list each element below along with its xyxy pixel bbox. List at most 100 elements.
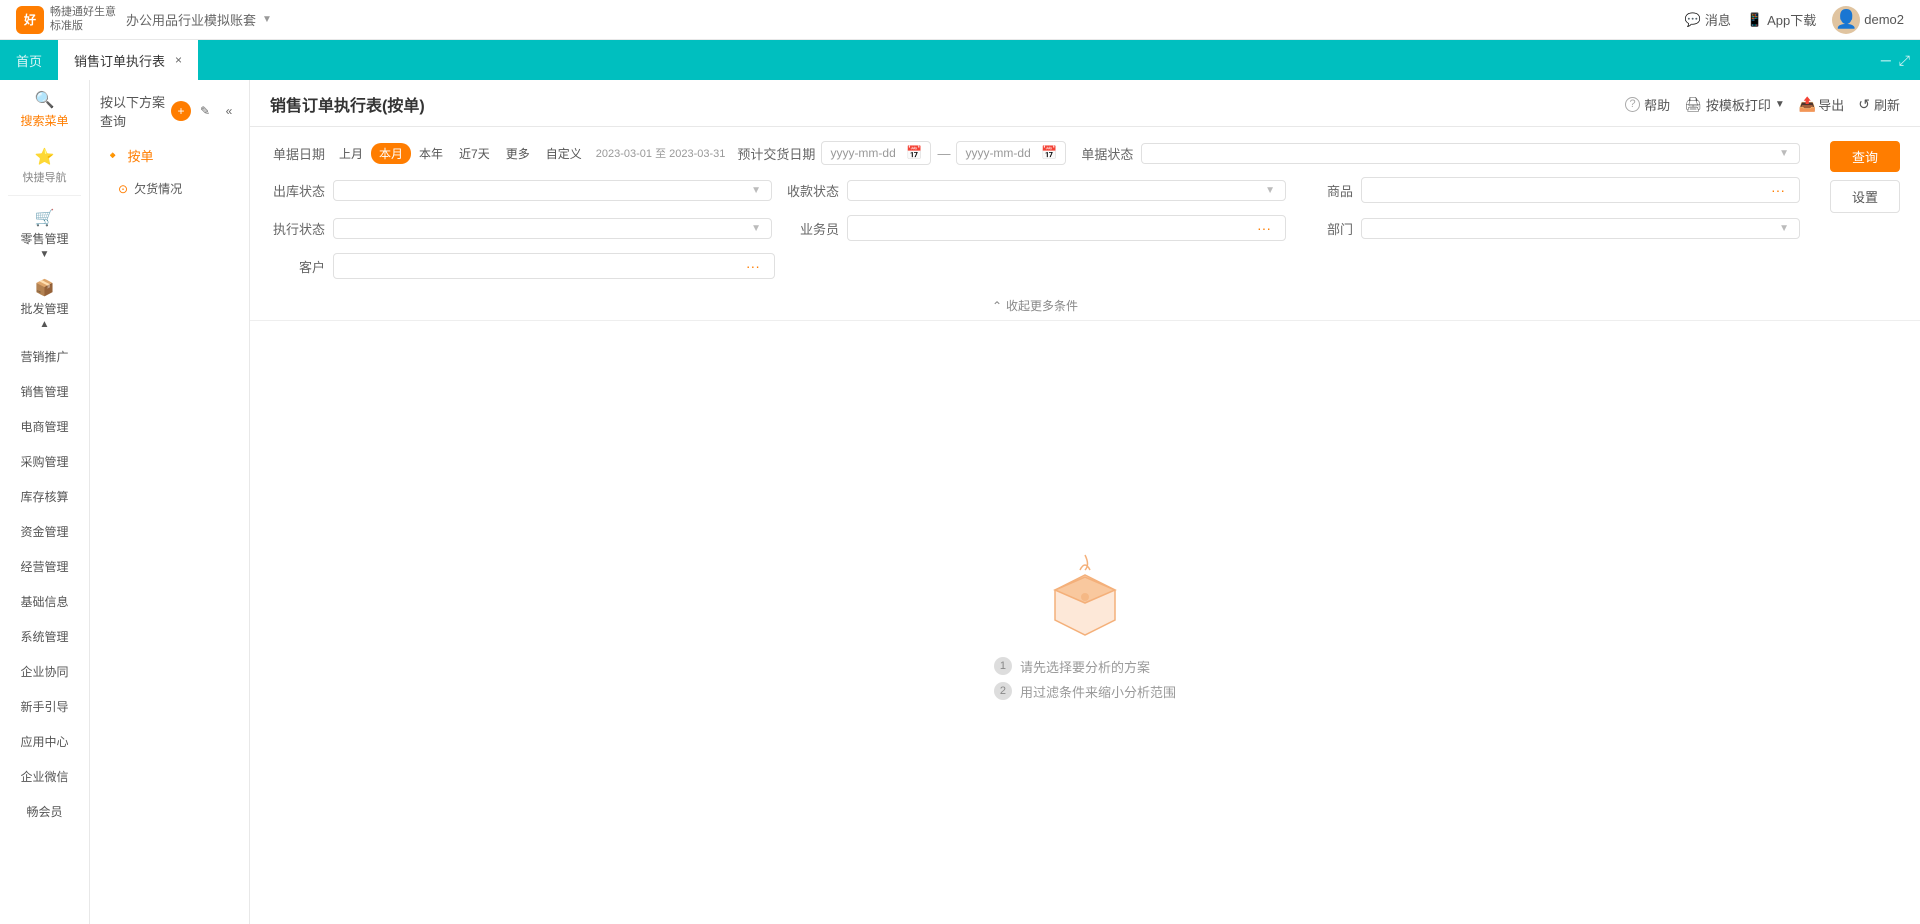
sidebar-item-basic[interactable]: 基础信息 bbox=[0, 583, 89, 618]
help-icon: ? bbox=[1625, 97, 1640, 112]
collapse-button[interactable]: ⌃ 收起更多条件 bbox=[270, 291, 1800, 320]
sidebar-item-enterprise[interactable]: 企业协同 bbox=[0, 653, 89, 688]
department-col: 部门 ▼ bbox=[1298, 218, 1800, 239]
expected-date-start[interactable]: yyyy-mm-dd 📅 bbox=[821, 141, 931, 165]
collapse-panel-button[interactable]: « bbox=[219, 101, 239, 121]
sidebar-item-sales[interactable]: 销售管理 bbox=[0, 373, 89, 408]
breadcrumb-dropdown-icon[interactable]: ▼ bbox=[262, 14, 272, 25]
scheme-icon-press: 🔸 bbox=[104, 147, 121, 164]
date-filter-group: 单据日期 上月 本月 本年 近7天 更多 自定义 2023-03-01 至 20… bbox=[270, 143, 725, 164]
refresh-icon: ↺ bbox=[1858, 96, 1870, 113]
payment-arrow-icon: ▼ bbox=[1265, 185, 1275, 196]
tab-minimize-icon[interactable]: ─ bbox=[1881, 52, 1891, 68]
exec-status-label: 执行状态 bbox=[270, 219, 325, 238]
empty-tips: 1 请先选择要分析的方案 2 用过滤条件来缩小分析范围 bbox=[994, 657, 1176, 701]
page-title: 销售订单执行表(按单) bbox=[270, 92, 425, 116]
status-select[interactable]: ▼ bbox=[1141, 143, 1800, 164]
add-scheme-button[interactable]: + bbox=[171, 101, 191, 121]
sidebar-item-finance[interactable]: 资金管理 bbox=[0, 513, 89, 548]
print-icon: 🖨 bbox=[1684, 96, 1702, 113]
filter-row-1: 单据日期 上月 本月 本年 近7天 更多 自定义 2023-03-01 至 20… bbox=[270, 141, 1800, 165]
expected-date-group: 预计交货日期 yyyy-mm-dd 📅 — yyyy-mm-dd 📅 bbox=[737, 141, 1066, 165]
salesperson-label: 业务员 bbox=[784, 219, 839, 238]
sidebar-item-wholesale[interactable]: 📦 批发管理 ▲ bbox=[0, 268, 89, 338]
tab-home[interactable]: 首页 bbox=[0, 40, 58, 80]
search-icon: 🔍 bbox=[35, 90, 55, 110]
date-tab-custom[interactable]: 自定义 bbox=[538, 143, 590, 164]
sidebar-item-purchase[interactable]: 采购管理 bbox=[0, 443, 89, 478]
query-buttons-panel: 查询 设置 bbox=[1820, 127, 1920, 320]
collapse-up-icon: ⌃ bbox=[992, 299, 1002, 313]
status-filter-group: 单据状态 ▼ bbox=[1078, 143, 1800, 164]
message-button[interactable]: 💬 消息 bbox=[1685, 10, 1731, 29]
date-tab-more[interactable]: 更多 bbox=[498, 143, 538, 164]
sidebar-item-inventory[interactable]: 库存核算 bbox=[0, 478, 89, 513]
sidebar-item-wechat[interactable]: 企业微信 bbox=[0, 758, 89, 793]
sidebar-item-appstore[interactable]: 应用中心 bbox=[0, 723, 89, 758]
breadcrumb[interactable]: 办公用品行业模拟账套 ▼ bbox=[126, 10, 272, 29]
sub-item-owe-goods[interactable]: ⊙ 欠货情况 bbox=[90, 173, 249, 204]
download-icon: 📱 bbox=[1747, 12, 1763, 28]
sidebar-item-retail[interactable]: 🛒 零售管理 ▼ bbox=[0, 198, 89, 268]
tip-1-num: 1 bbox=[994, 657, 1012, 675]
department-select[interactable]: ▼ bbox=[1361, 218, 1800, 239]
exec-status-select[interactable]: ▼ bbox=[333, 218, 772, 239]
expected-date-end[interactable]: yyyy-mm-dd 📅 bbox=[956, 141, 1066, 165]
sidebar-item-ecommerce[interactable]: 电商管理 bbox=[0, 408, 89, 443]
goods-col: 商品 ··· bbox=[1298, 177, 1800, 203]
date-tab-this-year[interactable]: 本年 bbox=[411, 143, 451, 164]
sidebar-item-member[interactable]: 畅会员 bbox=[0, 793, 89, 828]
date-tab-this-month[interactable]: 本月 bbox=[371, 143, 411, 164]
status-label: 单据状态 bbox=[1078, 144, 1133, 163]
top-bar-left: 好 畅捷通好生意 标准版 办公用品行业模拟账套 ▼ bbox=[16, 6, 272, 34]
customer-col: 客户 ··· bbox=[270, 253, 775, 279]
salesperson-col: 业务员 ··· bbox=[784, 215, 1286, 241]
user-menu-button[interactable]: 👤 demo2 bbox=[1832, 6, 1904, 34]
sidebar-quick-nav[interactable]: ⭐ 快捷导航 bbox=[0, 137, 89, 193]
tab-maximize-icon[interactable]: ⤢ bbox=[1899, 52, 1910, 69]
settings-button[interactable]: 设置 bbox=[1830, 180, 1900, 213]
print-dropdown-icon[interactable]: ▼ bbox=[1775, 99, 1785, 110]
export-button[interactable]: 📤 导出 bbox=[1799, 95, 1844, 114]
compass-icon: ⭐ bbox=[35, 147, 55, 167]
date-tab-last-7[interactable]: 近7天 bbox=[451, 143, 498, 164]
sidebar-divider-1 bbox=[8, 195, 81, 196]
empty-state: 1 请先选择要分析的方案 2 用过滤条件来缩小分析范围 bbox=[250, 321, 1920, 924]
customer-dots-icon[interactable]: ··· bbox=[742, 258, 764, 274]
owe-goods-icon: ⊙ bbox=[118, 182, 128, 196]
goods-dots-icon[interactable]: ··· bbox=[1767, 182, 1789, 198]
tab-close-icon[interactable]: × bbox=[175, 53, 182, 67]
app-download-button[interactable]: 📱 App下载 bbox=[1747, 10, 1816, 29]
customer-select[interactable]: ··· bbox=[333, 253, 775, 279]
tab-sales-order[interactable]: 销售订单执行表 × bbox=[58, 40, 198, 80]
print-button[interactable]: 🖨 按模板打印 ▼ bbox=[1684, 95, 1785, 114]
left-panel-header: 按以下方案查询 + ✎ « bbox=[90, 80, 249, 138]
sidebar-item-system[interactable]: 系统管理 bbox=[0, 618, 89, 653]
goods-label: 商品 bbox=[1298, 181, 1353, 200]
payment-status-select[interactable]: ▼ bbox=[847, 180, 1286, 201]
tab-bar: 首页 销售订单执行表 × ─ ⤢ bbox=[0, 40, 1920, 80]
goods-select[interactable]: ··· bbox=[1361, 177, 1800, 203]
query-button[interactable]: 查询 bbox=[1830, 141, 1900, 172]
main-layout: 🔍 搜索菜单 ⭐ 快捷导航 🛒 零售管理 ▼ 📦 批发管理 ▲ 营销推广 销售管… bbox=[0, 80, 1920, 924]
sidebar-item-operations[interactable]: 经营管理 bbox=[0, 548, 89, 583]
edit-scheme-button[interactable]: ✎ bbox=[195, 101, 215, 121]
date-label: 单据日期 bbox=[270, 144, 325, 163]
calendar-end-icon: 📅 bbox=[1041, 145, 1057, 161]
payment-status-label: 收款状态 bbox=[784, 181, 839, 200]
date-tab-last-month[interactable]: 上月 bbox=[331, 143, 371, 164]
exec-status-col: 执行状态 ▼ bbox=[270, 218, 772, 239]
delivery-status-select[interactable]: ▼ bbox=[333, 180, 772, 201]
logo-text: 畅捷通好生意 标准版 bbox=[50, 6, 116, 32]
refresh-button[interactable]: ↺ 刷新 bbox=[1858, 95, 1900, 114]
department-arrow-icon: ▼ bbox=[1779, 223, 1789, 234]
sidebar-item-marketing[interactable]: 营销推广 bbox=[0, 338, 89, 373]
salesperson-dots-icon[interactable]: ··· bbox=[1253, 220, 1275, 236]
scheme-item-press[interactable]: 🔸 按单 bbox=[90, 138, 249, 173]
filter-section: 单据日期 上月 本月 本年 近7天 更多 自定义 2023-03-01 至 20… bbox=[250, 127, 1920, 321]
salesperson-select[interactable]: ··· bbox=[847, 215, 1286, 241]
sidebar-search[interactable]: 🔍 搜索菜单 bbox=[0, 80, 89, 137]
help-button[interactable]: ? 帮助 bbox=[1625, 95, 1670, 114]
payment-status-col: 收款状态 ▼ bbox=[784, 180, 1286, 201]
sidebar-item-newuser[interactable]: 新手引导 bbox=[0, 688, 89, 723]
